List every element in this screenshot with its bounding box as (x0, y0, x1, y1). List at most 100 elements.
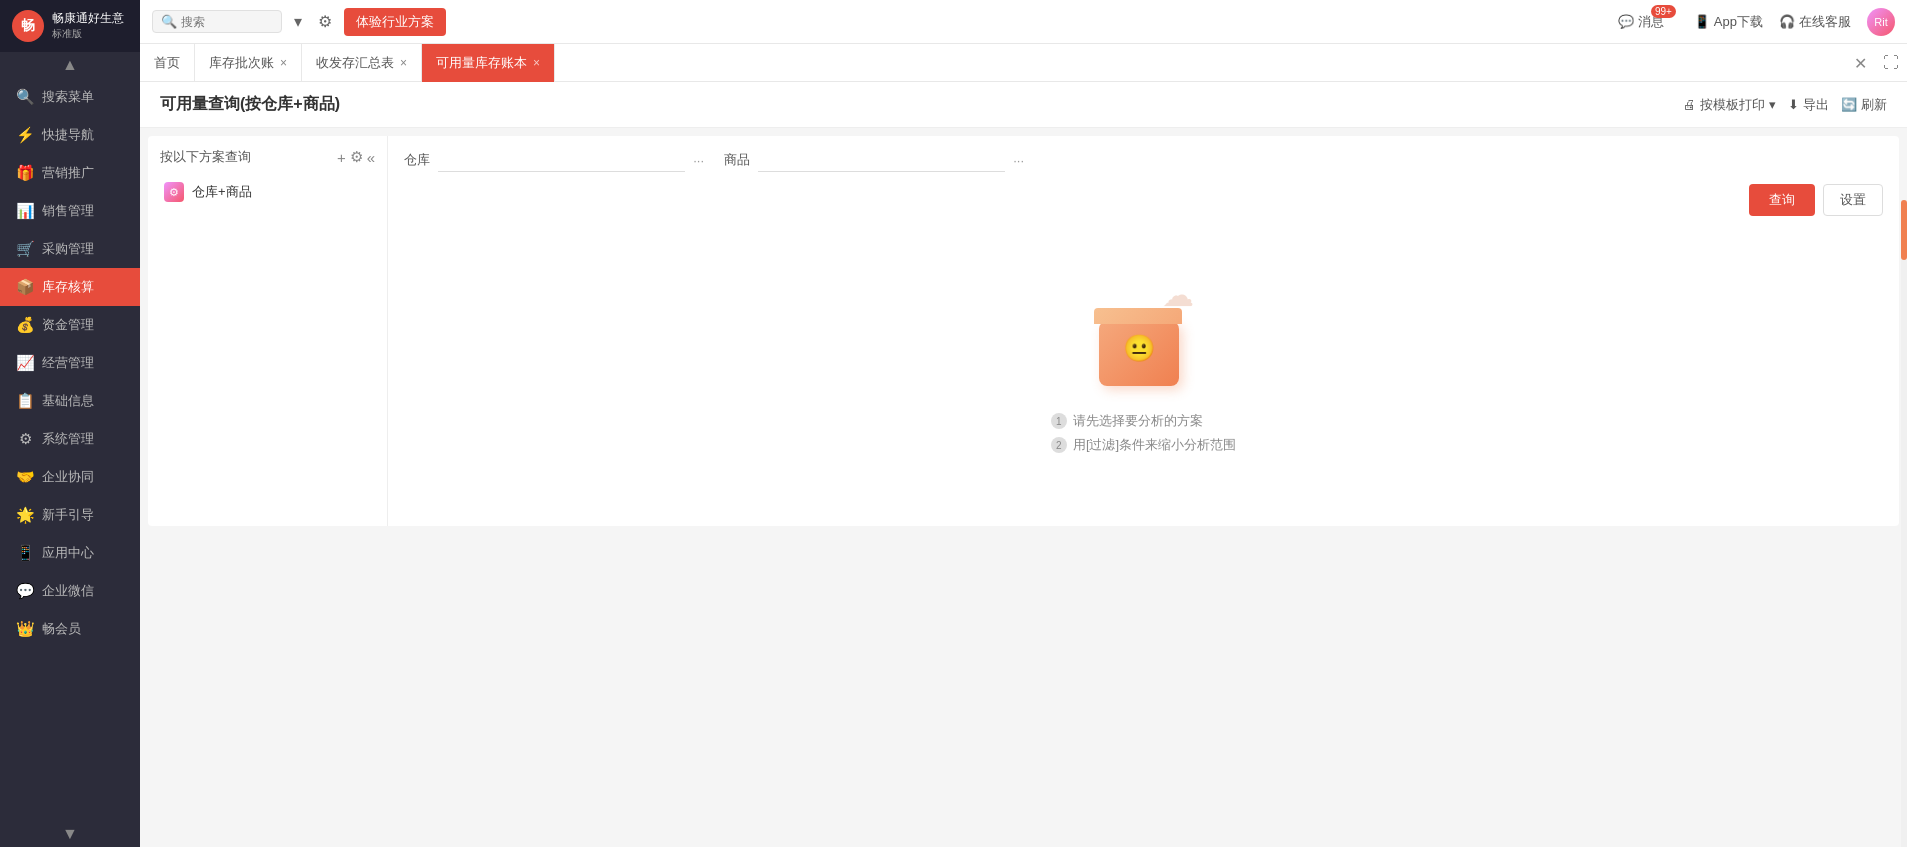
topbar-search-box[interactable]: 🔍 (152, 10, 282, 33)
sidebar-item-label: 企业微信 (42, 582, 94, 600)
product-field: 商品 ··· (724, 148, 1024, 172)
tab-label: 可用量库存账本 (436, 54, 527, 72)
print-btn[interactable]: 🖨 按模板打印 ▾ (1683, 96, 1776, 114)
sidebar-item-system[interactable]: ⚙ 系统管理 (0, 420, 140, 458)
sidebar-item-basic-info[interactable]: 📋 基础信息 (0, 382, 140, 420)
refresh-btn[interactable]: 🔄 刷新 (1841, 96, 1887, 114)
box-face: 😐 (1123, 333, 1155, 364)
box-lid (1094, 308, 1182, 324)
sidebar-item-enterprise-wechat[interactable]: 💬 企业微信 (0, 572, 140, 610)
tab-available-qty[interactable]: 可用量库存账本 × (422, 44, 555, 82)
scrollbar-thumb (1901, 200, 1907, 260)
tab-close-active-btn[interactable]: × (533, 56, 540, 70)
sidebar-item-label: 企业协同 (42, 468, 94, 486)
topbar-right-area: 💬 消息 99+ 📱 App下载 🎧 在线客服 Rit (1618, 8, 1895, 36)
product-input[interactable] (758, 148, 1005, 172)
tab-batch-account[interactable]: 库存批次账 × (195, 44, 302, 82)
sidebar-item-purchase[interactable]: 🛒 采购管理 (0, 230, 140, 268)
tab-close-btn[interactable]: × (400, 56, 407, 70)
tab-label: 库存批次账 (209, 54, 274, 72)
tab-close-btn[interactable]: × (280, 56, 287, 70)
sidebar-item-finance[interactable]: 💰 资金管理 (0, 306, 140, 344)
warehouse-more-btn[interactable]: ··· (693, 153, 704, 168)
settings-scheme-btn[interactable]: ⚙ (350, 148, 363, 166)
sidebar-item-label: 新手引导 (42, 506, 94, 524)
app-name: 畅康通好生意 (52, 11, 124, 27)
quick-nav-icon: ⚡ (16, 126, 34, 144)
query-fields: 仓库 ··· 商品 ··· (404, 148, 1883, 172)
sidebar-item-label: 库存核算 (42, 278, 94, 296)
sales-icon: 📊 (16, 202, 34, 220)
tab-receipt-summary[interactable]: 收发存汇总表 × (302, 44, 422, 82)
sidebar-item-marketing[interactable]: 🎁 营销推广 (0, 154, 140, 192)
setting-btn[interactable]: 设置 (1823, 184, 1883, 216)
sidebar-item-management[interactable]: 📈 经营管理 (0, 344, 140, 382)
collapse-scheme-btn[interactable]: « (367, 148, 375, 166)
export-btn[interactable]: ⬇ 导出 (1788, 96, 1829, 114)
sidebar-scroll-down[interactable]: ▼ (0, 821, 140, 847)
page-title: 可用量查询(按仓库+商品) (160, 94, 340, 115)
sidebar-item-label: 系统管理 (42, 430, 94, 448)
empty-tip-2: 2 用[过滤]条件来缩小分析范围 (1051, 436, 1236, 454)
tab-home[interactable]: 首页 (140, 44, 195, 82)
topbar-search-input[interactable] (181, 15, 271, 29)
query-fields-panel: 仓库 ··· 商品 ··· 查询 设置 (388, 136, 1899, 526)
print-dropdown-icon: ▾ (1769, 97, 1776, 112)
sidebar-item-label: 畅会员 (42, 620, 81, 638)
management-icon: 📈 (16, 354, 34, 372)
sidebar-item-enterprise-collab[interactable]: 🤝 企业协同 (0, 458, 140, 496)
query-actions: 查询 设置 (404, 184, 1883, 216)
sidebar-item-quick-nav[interactable]: ⚡ 快捷导航 (0, 116, 140, 154)
notifications-btn[interactable]: 💬 消息 99+ (1618, 13, 1664, 31)
basic-info-icon: 📋 (16, 392, 34, 410)
sidebar-nav: 🔍 搜索菜单 ⚡ 快捷导航 🎁 营销推广 📊 销售管理 🛒 采购管理 📦 库存核… (0, 78, 140, 821)
print-label: 按模板打印 (1700, 96, 1765, 114)
sidebar-item-label: 经营管理 (42, 354, 94, 372)
page-header: 可用量查询(按仓库+商品) 🖨 按模板打印 ▾ ⬇ 导出 🔄 刷新 (140, 82, 1907, 128)
scheme-item-label: 仓库+商品 (192, 183, 252, 201)
industry-solution-btn[interactable]: 体验行业方案 (344, 8, 446, 36)
sidebar-item-app-center[interactable]: 📱 应用中心 (0, 534, 140, 572)
right-scrollbar[interactable] (1901, 200, 1907, 847)
warehouse-label: 仓库 (404, 151, 430, 169)
query-btn[interactable]: 查询 (1749, 184, 1815, 216)
user-menu-btn[interactable]: Rit (1867, 8, 1895, 36)
sidebar-item-label: 销售管理 (42, 202, 94, 220)
sidebar-item-newbie[interactable]: 🌟 新手引导 (0, 496, 140, 534)
sidebar-item-member[interactable]: 👑 畅会员 (0, 610, 140, 648)
product-more-btn[interactable]: ··· (1013, 153, 1024, 168)
tabbar-expand-btn[interactable]: ⛶ (1883, 54, 1899, 72)
content-area: 可用量查询(按仓库+商品) 🖨 按模板打印 ▾ ⬇ 导出 🔄 刷新 (140, 82, 1907, 847)
warehouse-input[interactable] (438, 148, 685, 172)
topbar: 🔍 ▾ ⚙ 体验行业方案 💬 消息 99+ 📱 App下载 🎧 在线客服 R (140, 0, 1907, 44)
finance-icon: 💰 (16, 316, 34, 334)
tabbar-close-btn[interactable]: ✕ (1854, 53, 1867, 72)
marketing-icon: 🎁 (16, 164, 34, 182)
query-scheme-header: 按以下方案查询 + ⚙ « (148, 148, 387, 174)
sidebar-scroll-up[interactable]: ▲ (0, 52, 140, 78)
app-logo: 畅 畅康通好生意 标准版 (0, 0, 140, 52)
print-icon: 🖨 (1683, 97, 1696, 112)
enterprise-collab-icon: 🤝 (16, 468, 34, 486)
tip-text-1: 请先选择要分析的方案 (1073, 412, 1203, 430)
scheme-item-warehouse-product[interactable]: ⚙ 仓库+商品 (148, 174, 387, 210)
sidebar-item-inventory[interactable]: 📦 库存核算 (0, 268, 140, 306)
sidebar-item-sales[interactable]: 📊 销售管理 (0, 192, 140, 230)
topbar-dropdown-btn[interactable]: ▾ (290, 10, 306, 33)
query-left-actions: + ⚙ « (337, 148, 375, 166)
add-scheme-btn[interactable]: + (337, 148, 346, 166)
online-service-btn[interactable]: 🎧 在线客服 (1779, 13, 1851, 31)
sidebar: 畅 畅康通好生意 标准版 ▲ 🔍 搜索菜单 ⚡ 快捷导航 🎁 营销推广 📊 销售… (0, 0, 140, 847)
sidebar-item-search[interactable]: 🔍 搜索菜单 (0, 78, 140, 116)
purchase-icon: 🛒 (16, 240, 34, 258)
refresh-label: 刷新 (1861, 96, 1887, 114)
sidebar-item-label: 搜索菜单 (42, 88, 94, 106)
empty-tip-1: 1 请先选择要分析的方案 (1051, 412, 1236, 430)
app-download-btn[interactable]: 📱 App下载 (1694, 13, 1763, 31)
scheme-icon: ⚙ (164, 182, 184, 202)
main-content: 🔍 ▾ ⚙ 体验行业方案 💬 消息 99+ 📱 App下载 🎧 在线客服 R (140, 0, 1907, 847)
system-icon: ⚙ (16, 430, 34, 448)
tip-text-2: 用[过滤]条件来缩小分析范围 (1073, 436, 1236, 454)
topbar-settings-btn[interactable]: ⚙ (314, 10, 336, 33)
tab-label: 首页 (154, 54, 180, 72)
